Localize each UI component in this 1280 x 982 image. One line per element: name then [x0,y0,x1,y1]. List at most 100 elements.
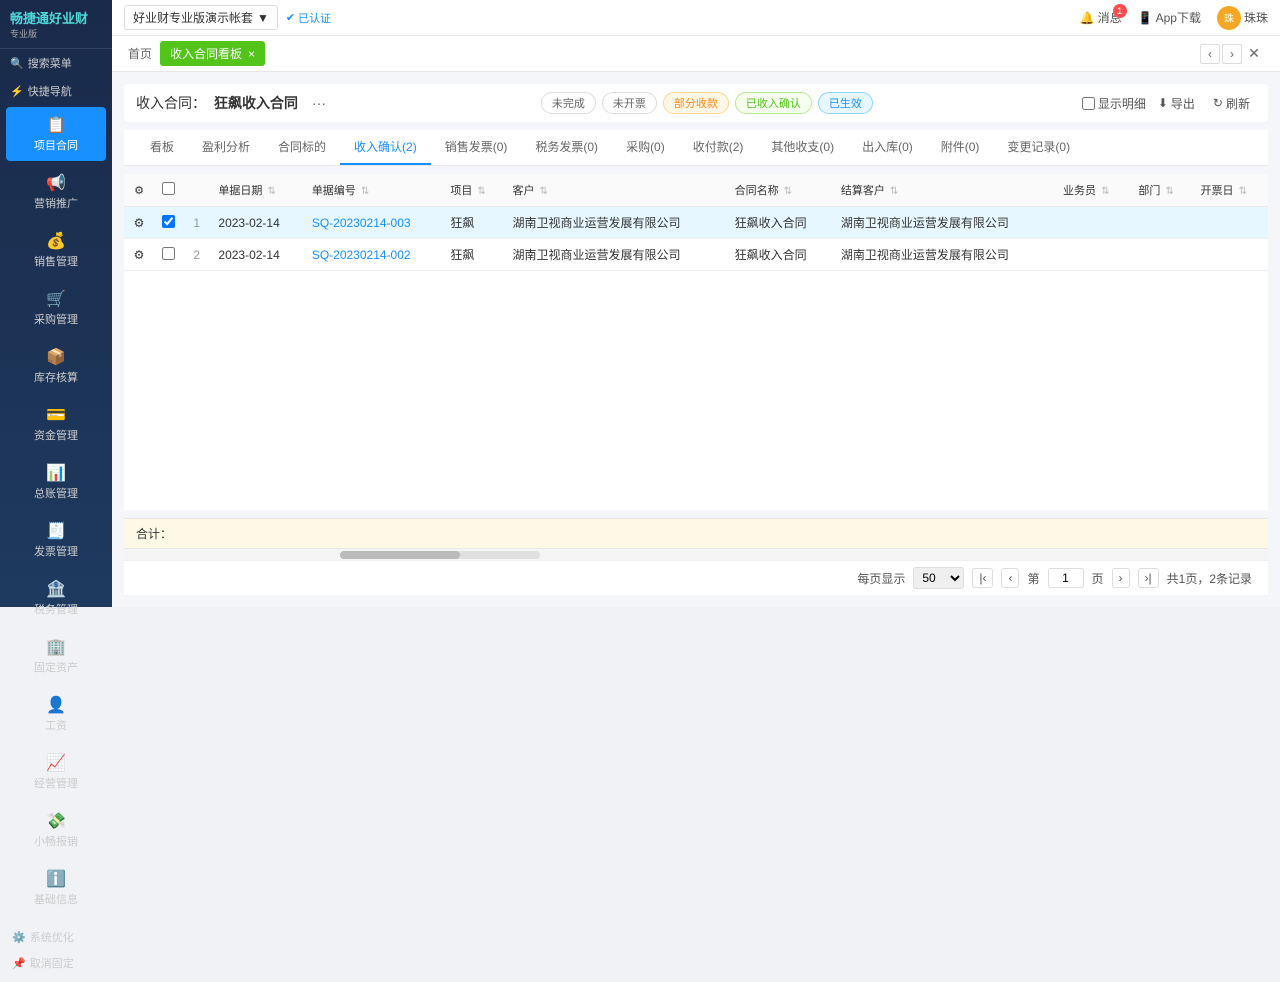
scrollbar-track[interactable] [340,551,540,559]
tab-收入确认[interactable]: 收入确认(2) [340,130,431,165]
pin-icon: 📌 [12,957,26,970]
sidebar-item-base-info[interactable]: ℹ️ 基础信息 [6,861,106,915]
status-incomplete-button[interactable]: 未完成 [541,92,596,114]
funds-icon: 💳 [46,405,66,425]
checkbox-column-header[interactable] [154,174,183,207]
per-page-select[interactable]: 50 100 200 [913,567,964,589]
select-all-checkbox[interactable] [162,182,175,195]
show-detail-checkbox-input[interactable] [1082,97,1095,110]
breadcrumb-home[interactable]: 首页 [128,45,152,62]
page-input[interactable] [1048,568,1084,588]
row-code-link[interactable]: SQ-20230214-003 [312,216,411,230]
sidebar-item-purchase[interactable]: 🛒 采购管理 [6,281,106,335]
sidebar-bottom-item-cancel-pin[interactable]: 📌 取消固定 [6,950,106,976]
date-column-header[interactable]: 单据日期 ⇅ [210,174,303,207]
tab-附件[interactable]: 附件(0) [927,130,994,165]
tab-采购[interactable]: 采购(0) [612,130,679,165]
salesman-column-header[interactable]: 业务员 ⇅ [1055,174,1130,207]
sidebar-item-quicknav[interactable]: ⚡ 快捷导航 [0,77,112,105]
export-button[interactable]: ⬇ 导出 [1152,93,1201,114]
status-effective-button[interactable]: 已生效 [818,92,873,114]
row-department [1130,239,1192,271]
status-uninvoiced-button[interactable]: 未开票 [602,92,657,114]
tab-销售发票[interactable]: 销售发票(0) [431,130,522,165]
prev-page-button[interactable]: ‹ [1001,568,1019,588]
nav-prev-button[interactable]: ‹ [1200,44,1220,64]
app-download-button[interactable]: 📱 App下载 [1138,9,1201,26]
gear-column-header[interactable]: ⚙ [124,174,154,207]
tab-合同标的[interactable]: 合同标的 [264,130,340,165]
tab-出入库[interactable]: 出入库(0) [848,130,927,165]
tab-其他收支[interactable]: 其他收支(0) [757,130,848,165]
base-info-icon: ℹ️ [46,869,66,889]
sidebar-item-search[interactable]: 🔍 搜索菜单 [0,49,112,77]
customer-column-header[interactable]: 客户 ⇅ [504,174,726,207]
scrollbar-row[interactable] [124,548,1268,560]
active-tab-pill[interactable]: 收入合同看板 × [160,41,265,66]
sidebar-item-expense[interactable]: 💸 小畅报销 [6,803,106,857]
next-page-button[interactable]: › [1112,568,1130,588]
sidebar-item-inventory[interactable]: 📦 库存核算 [6,339,106,393]
tab-盈利分析[interactable]: 盈利分析 [188,130,264,165]
nav-next-button[interactable]: › [1222,44,1242,64]
status-revenue-confirmed-button[interactable]: 已收入确认 [735,92,812,114]
result-customer-column-header[interactable]: 结算客户 ⇅ [833,174,1055,207]
row-checkbox[interactable] [162,215,175,228]
row-gear[interactable]: ⚙ [124,207,154,239]
more-options-button[interactable]: ··· [306,93,332,113]
tab-收付款[interactable]: 收付款(2) [679,130,758,165]
row-code[interactable]: SQ-20230214-002 [304,239,443,271]
row-code-link[interactable]: SQ-20230214-002 [312,248,411,262]
row-checkbox-cell[interactable] [154,239,183,271]
company-selector[interactable]: 好业财专业版演示帐套 ▼ [124,5,278,30]
messages-button[interactable]: 🔔 消息 1 [1080,9,1122,26]
row-number: 1 [183,207,210,239]
scrollbar-thumb[interactable] [340,551,460,559]
total-row: 合计： [124,518,1268,548]
refresh-button[interactable]: ↻ 刷新 [1207,93,1256,114]
sidebar-item-management[interactable]: 📈 经营管理 [6,745,106,799]
table-row[interactable]: ⚙ 2 2023-02-14 SQ-20230214-002 狂飙 湖南卫视商业… [124,239,1268,271]
fixed-assets-icon: 🏢 [46,637,66,657]
user-avatar[interactable]: 珠 珠珠 [1217,6,1268,30]
sidebar-item-labor[interactable]: 👤 工资 [6,687,106,741]
pagination: 每页显示 50 100 200 |‹ ‹ 第 页 › ›| 共1页，2条记录 [124,560,1268,595]
sidebar-item-project-contract[interactable]: 📋 项目合同 [6,107,106,161]
project-column-header[interactable]: 项目 ⇅ [442,174,504,207]
sidebar-item-marketing[interactable]: 📢 营销推广 [6,165,106,219]
sidebar: 畅捷通好业财 专业版 🔍 搜索菜单 ⚡ 快捷导航 📋 项目合同 📢 营销推广 💰… [0,0,112,607]
sidebar-item-sales[interactable]: 💰 销售管理 [6,223,106,277]
company-dropdown-icon: ▼ [257,11,269,25]
table-area: ⚙ 单据日期 ⇅ 单据编号 ⇅ 项目 ⇅ 客户 ⇅ 合同名称 ⇅ 结算客户 ⇅ … [124,174,1268,510]
row-project: 狂飙 [442,207,504,239]
tab-pill-close[interactable]: × [248,47,255,61]
row-gear[interactable]: ⚙ [124,239,154,271]
tab-变更记录[interactable]: 变更记录(0) [993,130,1084,165]
last-page-button[interactable]: ›| [1138,568,1159,588]
row-code[interactable]: SQ-20230214-003 [304,207,443,239]
sidebar-item-funds[interactable]: 💳 资金管理 [6,397,106,451]
sidebar-item-tax[interactable]: 🏦 税务管理 [6,571,106,625]
row-checkbox-cell[interactable] [154,207,183,239]
sidebar-item-general[interactable]: 📊 总账管理 [6,455,106,509]
show-detail-checkbox-label[interactable]: 显示明细 [1082,95,1146,112]
date-sort-icon: ⇅ [267,186,275,197]
open-date-column-header[interactable]: 开票日 ⇅ [1193,174,1268,207]
settings-icon: ⚙️ [12,931,26,944]
sidebar-quicknav-label: 快捷导航 [28,83,72,99]
contract-column-header[interactable]: 合同名称 ⇅ [727,174,833,207]
department-column-header[interactable]: 部门 ⇅ [1130,174,1192,207]
status-partial-payment-button[interactable]: 部分收款 [663,92,729,114]
sidebar-item-fixed-assets[interactable]: 🏢 固定资产 [6,629,106,683]
tab-税务发票[interactable]: 税务发票(0) [521,130,612,165]
sidebar-item-invoice[interactable]: 🧾 发票管理 [6,513,106,567]
tab-看板[interactable]: 看板 [136,130,188,165]
table-row[interactable]: ⚙ 1 2023-02-14 SQ-20230214-003 狂飙 湖南卫视商业… [124,207,1268,239]
close-tab-button[interactable]: ✕ [1244,44,1264,64]
first-page-button[interactable]: |‹ [972,568,993,588]
refresh-icon: ↻ [1213,96,1223,110]
row-checkbox[interactable] [162,247,175,260]
code-column-header[interactable]: 单据编号 ⇅ [304,174,443,207]
sidebar-bottom-item-settings[interactable]: ⚙️ 系统优化 [6,924,106,950]
app-download-label: App下载 [1156,9,1201,26]
